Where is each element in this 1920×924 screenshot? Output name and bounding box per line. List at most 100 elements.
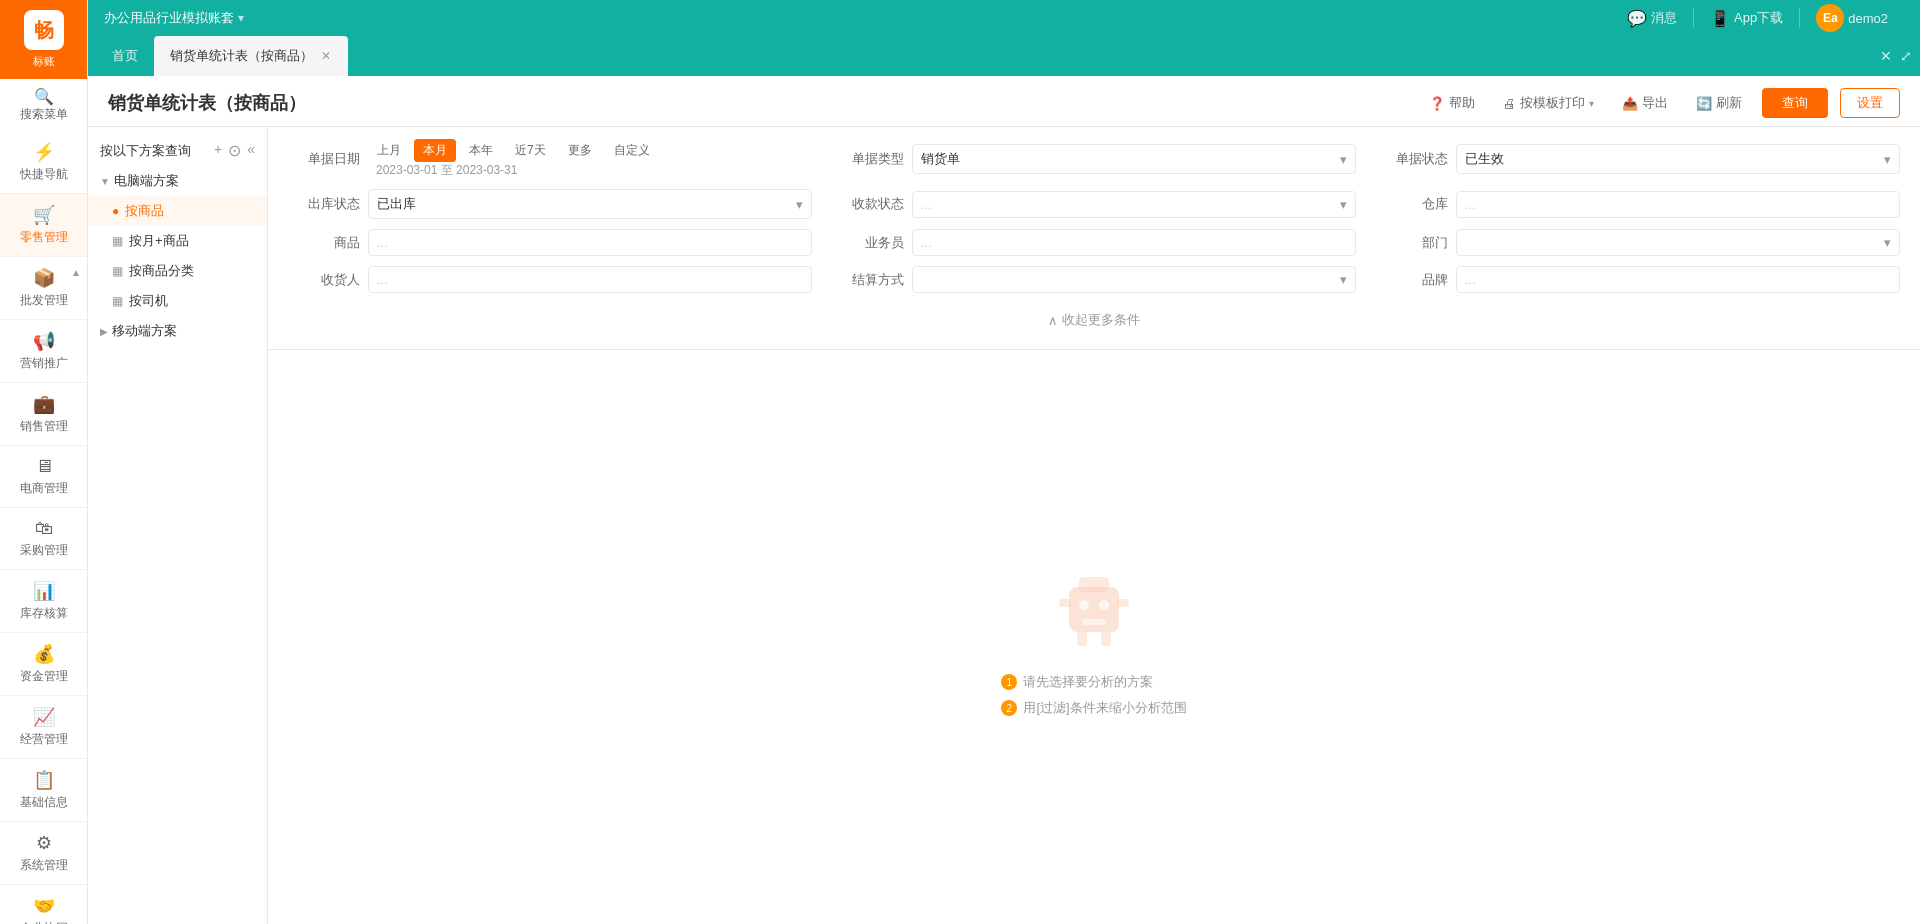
filter-warehouse-input[interactable]: ... [1456,191,1900,218]
scheme-panel-actions: + ⊙ « [214,141,255,160]
scheme-item-by-category-icon: ▦ [112,264,123,278]
export-button[interactable]: 📤 导出 [1614,90,1676,116]
search-menu-label: 搜索菜单 [20,106,68,123]
app-selector-title[interactable]: 办公用品行业模拟账套 [104,9,234,27]
message-action[interactable]: 💬 消息 [1627,9,1677,28]
tab-sales-stat[interactable]: 销货单统计表（按商品） ✕ [154,36,348,76]
filter-payment: 结算方式 ▾ [832,266,1356,293]
filter-out-status: 出库状态 已出库 ▾ [288,189,812,219]
filter-date-label: 单据日期 [288,150,368,168]
refresh-button[interactable]: 🔄 刷新 [1688,90,1750,116]
logo-text: 畅 [34,17,54,44]
settings-button[interactable]: 设置 [1840,88,1900,118]
tab-expand-icon[interactable]: ✕ [1880,48,1892,64]
filter-receipt-status-label: 收款状态 [832,195,912,213]
filter-out-status-selected: 已出库 [377,195,416,213]
empty-state-tip-2: 2 用[过滤]条件来缩小分析范围 [1001,699,1186,717]
filter-doc-status-selected: 已生效 [1465,150,1504,168]
filter-doc-status-select[interactable]: 已生效 ▾ [1456,144,1900,174]
collapse-button[interactable]: ∧ 收起更多条件 [288,303,1900,337]
sidebar-item-marketing[interactable]: 📢 营销推广 [0,320,87,383]
filter-brand-label: 品牌 [1376,271,1456,289]
filter-receipt-status-value: ... ▾ [912,191,1356,218]
sidebar-item-wholesale[interactable]: 📦 批发管理 ▲ [0,257,87,320]
refresh-icon: 🔄 [1696,96,1712,111]
sidebar-item-retail-label: 零售管理 [20,229,68,246]
scheme-group-mobile-title[interactable]: ▶ 移动端方案 [88,316,267,346]
date-tab-last7[interactable]: 近7天 [506,139,555,162]
sidebar-item-coop[interactable]: 🤝 企业协同 [0,885,87,924]
app-download-action[interactable]: 📱 App下载 [1710,9,1783,28]
sidebar-item-sales-label: 销售管理 [20,418,68,435]
scheme-item-by-product[interactable]: ● 按商品 [88,196,267,226]
filter-date: 单据日期 上月 本月 本年 近7天 更多 自定义 20 [288,139,812,179]
scheme-item-by-category[interactable]: ▦ 按商品分类 [88,256,267,286]
sidebar-item-ecommerce[interactable]: 🖥 电商管理 [0,446,87,508]
svg-rect-8 [1101,632,1111,646]
tab-close-icon[interactable]: ✕ [321,49,331,63]
help-button[interactable]: ❓ 帮助 [1421,90,1483,116]
collapse-scheme-icon[interactable]: « [247,141,255,160]
sidebar-item-quicknav[interactable]: ⚡ 快捷导航 [0,131,87,194]
sidebar-item-system[interactable]: ⚙ 系统管理 [0,822,87,885]
sidebar-item-finance[interactable]: 💰 资金管理 [0,633,87,696]
filter-brand-input[interactable]: ... [1456,266,1900,293]
tab-fullscreen-icon[interactable]: ⤢ [1900,48,1912,64]
filter-payment-select[interactable]: ▾ [912,266,1356,293]
query-button[interactable]: 查询 [1762,88,1828,118]
filter-product-input[interactable]: ... [368,229,812,256]
filter-section: 单据日期 上月 本月 本年 近7天 更多 自定义 20 [268,127,1920,350]
print-label: 按模板打印 [1520,94,1585,112]
filter-warehouse-value: ... [1456,191,1900,218]
print-button[interactable]: 🖨 按模板打印 ▾ [1495,90,1602,116]
tab-bar-end: ✕ ⤢ [1880,48,1912,64]
edit-scheme-icon[interactable]: ⊙ [228,141,241,160]
filter-salesperson-input[interactable]: ... [912,229,1356,256]
date-tab-this-year[interactable]: 本年 [460,139,502,162]
page-content: 销货单统计表（按商品） ❓ 帮助 🖨 按模板打印 ▾ 📤 导出 🔄 刷新 [88,76,1920,924]
filter-payment-label: 结算方式 [832,271,912,289]
date-tab-custom[interactable]: 自定义 [605,139,659,162]
date-tab-this-month[interactable]: 本月 [414,139,456,162]
filter-doc-type-select[interactable]: 销货单 ▾ [912,144,1356,174]
app-selector-dropdown-icon[interactable]: ▾ [238,11,244,25]
sidebar-item-sales[interactable]: 💼 销售管理 [0,383,87,446]
filter-doc-type-label: 单据类型 [832,150,912,168]
filter-salesperson-value: ... [912,229,1356,256]
tip-text-2: 用[过滤]条件来缩小分析范围 [1023,699,1186,717]
sidebar-item-quicknav-label: 快捷导航 [20,166,68,183]
tab-home[interactable]: 首页 [96,36,154,76]
username: demo2 [1848,11,1888,26]
filter-warehouse-label: 仓库 [1376,195,1456,213]
filter-recipient-input[interactable]: ... [368,266,812,293]
print-dropdown-icon[interactable]: ▾ [1589,98,1594,109]
header-divider-1 [1693,8,1694,28]
filter-out-status-chevron: ▾ [796,197,803,212]
filter-department: 部门 ▾ [1376,229,1900,256]
user-action[interactable]: Ea demo2 [1816,4,1888,32]
scheme-item-by-month-product-label: 按月+商品 [129,232,189,250]
sidebar-item-purchase[interactable]: 🛍 采购管理 [0,508,87,570]
sidebar-item-inventory[interactable]: 📊 库存核算 [0,570,87,633]
svg-point-2 [1079,600,1089,610]
scheme-item-by-cashier[interactable]: ▦ 按司机 [88,286,267,316]
filter-department-select[interactable]: ▾ [1456,229,1900,256]
filter-table-area: 单据日期 上月 本月 本年 近7天 更多 自定义 20 [268,127,1920,924]
sidebar-item-operation[interactable]: 📈 经营管理 [0,696,87,759]
scheme-group-desktop-title[interactable]: ▼ 电脑端方案 [88,166,267,196]
date-range[interactable]: 2023-03-01 至 2023-03-31 [376,162,812,179]
filter-out-status-value: 已出库 ▾ [368,189,812,219]
date-tab-more[interactable]: 更多 [559,139,601,162]
sidebar-item-retail[interactable]: 🛒 零售管理 [0,194,87,257]
filter-out-status-select[interactable]: 已出库 ▾ [368,189,812,219]
add-scheme-icon[interactable]: + [214,141,222,160]
sidebar-item-coop-label: 企业协同 [20,920,68,924]
filter-receipt-status-input[interactable]: ... ▾ [912,191,1356,218]
date-tab-last-month[interactable]: 上月 [368,139,410,162]
svg-point-3 [1099,600,1109,610]
search-menu[interactable]: 🔍 搜索菜单 [0,79,87,131]
sidebar-item-basic[interactable]: 📋 基础信息 [0,759,87,822]
filter-brand-placeholder: ... [1465,272,1476,287]
scheme-item-by-month-product[interactable]: ▦ 按月+商品 [88,226,267,256]
filter-payment-chevron: ▾ [1340,272,1347,287]
